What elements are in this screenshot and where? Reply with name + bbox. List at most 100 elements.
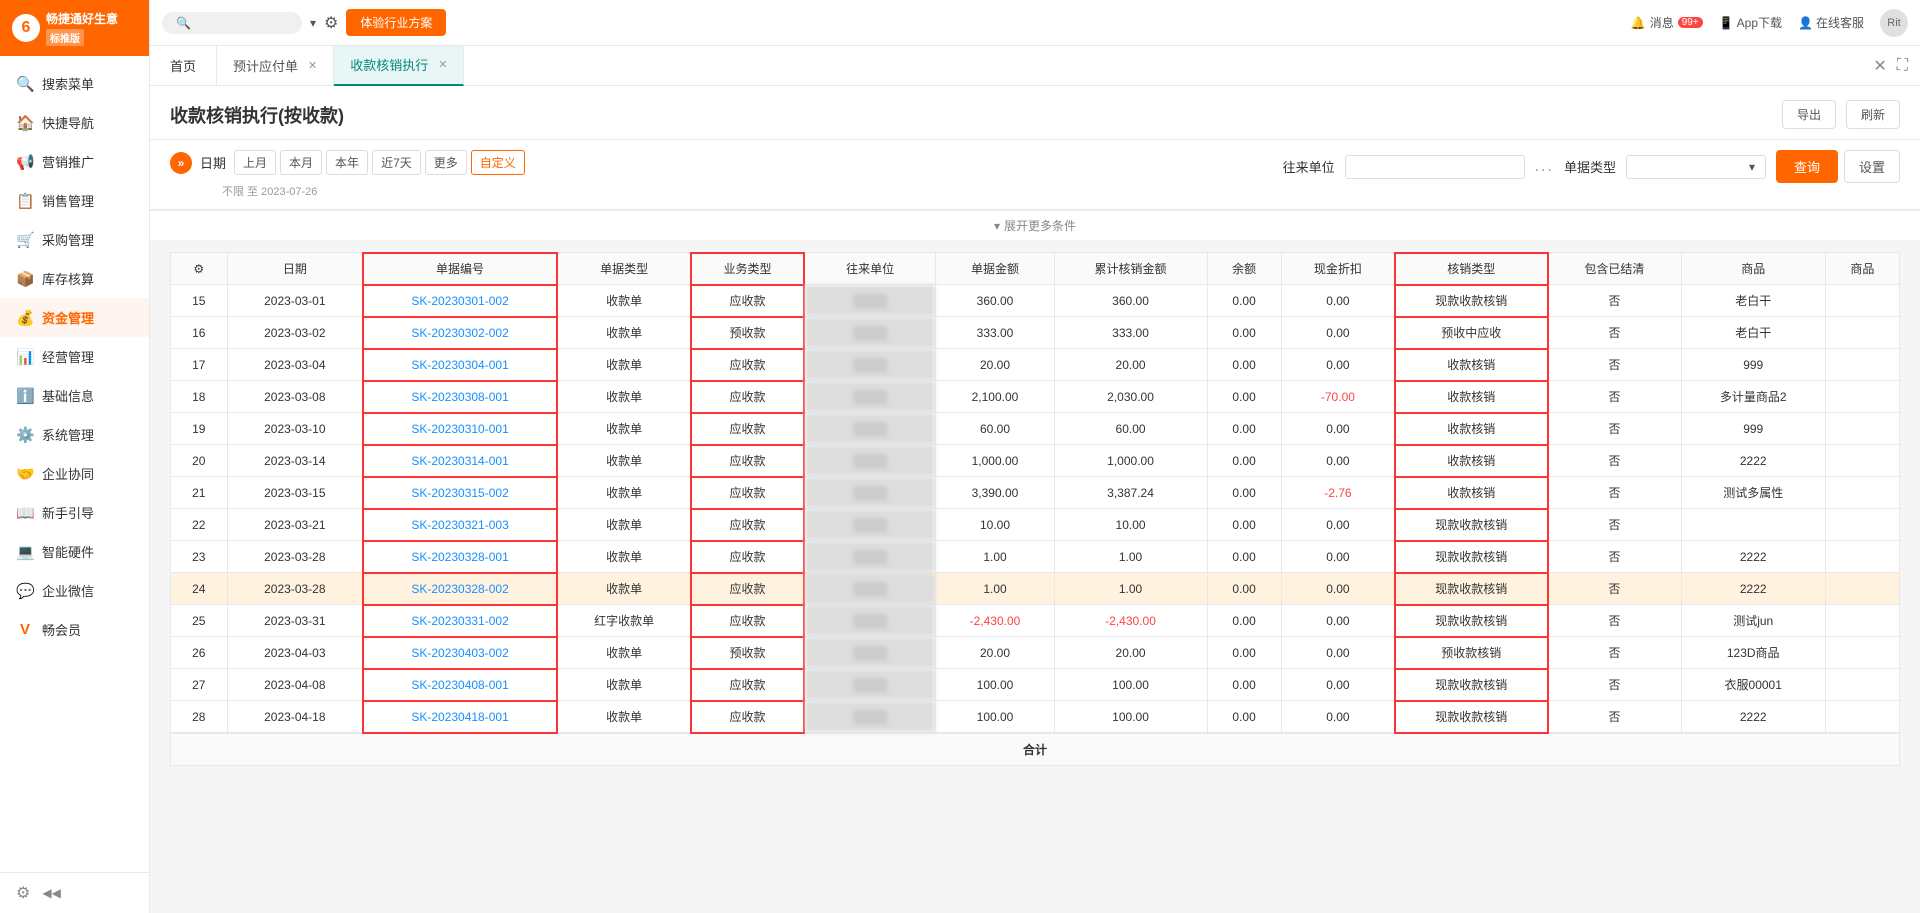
date-btn-more[interactable]: 更多 — [425, 150, 467, 175]
col-cash-discount[interactable]: 现金折扣 — [1281, 253, 1395, 285]
export-btn[interactable]: 导出 — [1782, 100, 1836, 129]
col-settings[interactable]: ⚙ — [171, 253, 228, 285]
row-cash-discount: 0.00 — [1281, 317, 1395, 349]
col-goods[interactable]: 商品 — [1681, 253, 1825, 285]
sidebar-item-guide[interactable]: 📖 新手引导 — [0, 493, 149, 532]
bill-no-link[interactable]: SK-20230403-002 — [411, 646, 508, 660]
sidebar-item-basic[interactable]: ℹ️ 基础信息 — [0, 376, 149, 415]
partner-input[interactable] — [1345, 155, 1525, 179]
tab-collection-close[interactable]: ✕ — [438, 58, 447, 71]
sidebar-item-system[interactable]: ⚙️ 系统管理 — [0, 415, 149, 454]
col-write-off-type[interactable]: 核销类型 — [1395, 253, 1548, 285]
sidebar-item-business[interactable]: 📊 经营管理 — [0, 337, 149, 376]
row-balance: 0.00 — [1207, 349, 1281, 381]
bill-no-link[interactable]: SK-20230301-002 — [411, 294, 508, 308]
table-row: 22 2023-03-21 SK-20230321-003 收款单 应收款 ██… — [171, 509, 1900, 541]
sidebar-item-wechat[interactable]: 💬 企业微信 — [0, 571, 149, 610]
date-btn-this-year[interactable]: 本年 — [326, 150, 368, 175]
col-goods2[interactable]: 商品 — [1825, 253, 1899, 285]
bill-no-link[interactable]: SK-20230315-002 — [411, 486, 508, 500]
row-write-off-amount: 3,387.24 — [1054, 477, 1207, 509]
tab-collection[interactable]: 收款核销执行 ✕ — [334, 46, 464, 86]
tab-home[interactable]: 首页 — [150, 46, 217, 86]
bill-no-link[interactable]: SK-20230321-003 — [411, 518, 508, 532]
row-goods2 — [1825, 637, 1899, 669]
refresh-btn[interactable]: 刷新 — [1846, 100, 1900, 129]
topbar-search[interactable]: 🔍 — [162, 12, 302, 34]
col-balance[interactable]: 余额 — [1207, 253, 1281, 285]
bill-no-link[interactable]: SK-20230331-002 — [411, 614, 508, 628]
row-bill-no: SK-20230408-001 — [363, 669, 558, 701]
bill-no-link[interactable]: SK-20230302-002 — [411, 326, 508, 340]
industry-btn[interactable]: 体验行业方案 — [346, 9, 446, 36]
row-bill-type: 收款单 — [557, 317, 690, 349]
bill-no-link[interactable]: SK-20230308-001 — [411, 390, 508, 404]
filter-expand-btn[interactable]: » — [170, 152, 192, 174]
sidebar-label-purchase: 采购管理 — [42, 230, 94, 249]
row-goods: 老白干 — [1681, 317, 1825, 349]
bill-no-link[interactable]: SK-20230310-001 — [411, 422, 508, 436]
col-biz-type[interactable]: 业务类型 — [691, 253, 805, 285]
row-cash-discount: 0.00 — [1281, 701, 1395, 734]
tab-close-all-icon[interactable]: ✕ — [1873, 56, 1886, 76]
row-biz-type: 应收款 — [691, 541, 805, 573]
col-partner[interactable]: 往来单位 — [804, 253, 936, 285]
topbar-gear-icon[interactable]: ⚙ — [324, 13, 338, 33]
settings-btn[interactable]: 设置 — [1844, 150, 1900, 183]
query-btn[interactable]: 查询 — [1776, 150, 1838, 183]
tab-prepay-close[interactable]: ✕ — [308, 59, 317, 72]
row-bill-no: SK-20230301-002 — [363, 285, 558, 317]
row-no: 22 — [171, 509, 228, 541]
sidebar-item-hardware[interactable]: 💻 智能硬件 — [0, 532, 149, 571]
row-balance: 0.00 — [1207, 477, 1281, 509]
sidebar-item-quicknav[interactable]: 🏠 快捷导航 — [0, 103, 149, 142]
col-include-cleared[interactable]: 包含已结清 — [1548, 253, 1681, 285]
filter-dots: ... — [1535, 158, 1554, 176]
row-biz-type: 预收款 — [691, 637, 805, 669]
table-row: 27 2023-04-08 SK-20230408-001 收款单 应收款 ██… — [171, 669, 1900, 701]
bill-no-link[interactable]: SK-20230328-002 — [411, 582, 508, 596]
sidebar-item-search[interactable]: 🔍 搜索菜单 — [0, 64, 149, 103]
row-goods2 — [1825, 349, 1899, 381]
online-service-btn[interactable]: 👤 在线客服 — [1798, 14, 1864, 31]
bill-no-link[interactable]: SK-20230408-001 — [411, 678, 508, 692]
notification-btn[interactable]: 🔔 消息 99+ — [1631, 14, 1703, 31]
user-avatar[interactable]: Rit — [1880, 9, 1908, 37]
bill-no-link[interactable]: SK-20230418-001 — [411, 710, 508, 724]
date-btn-custom[interactable]: 自定义 — [471, 150, 525, 175]
row-include-cleared: 否 — [1548, 541, 1681, 573]
date-btn-7days[interactable]: 近7天 — [372, 150, 421, 175]
sidebar-item-corp[interactable]: 🤝 企业协同 — [0, 454, 149, 493]
tab-prepay[interactable]: 预计应付单 ✕ — [217, 46, 334, 86]
sidebar-item-marketing[interactable]: 📢 营销推广 — [0, 142, 149, 181]
col-write-off-amount[interactable]: 累计核销金额 — [1054, 253, 1207, 285]
settings-icon[interactable]: ⚙ — [16, 883, 30, 903]
sidebar-item-purchase[interactable]: 🛒 采购管理 — [0, 220, 149, 259]
date-btn-last-month[interactable]: 上月 — [234, 150, 276, 175]
col-date[interactable]: 日期 — [227, 253, 363, 285]
sidebar-item-sales[interactable]: 📋 销售管理 — [0, 181, 149, 220]
bill-no-link[interactable]: SK-20230304-001 — [411, 358, 508, 372]
topbar-left: 🔍 ▾ ⚙ 体验行业方案 — [162, 9, 1623, 36]
table-row: 24 2023-03-28 SK-20230328-002 收款单 应收款 ██… — [171, 573, 1900, 605]
table-row: 25 2023-03-31 SK-20230331-002 红字收款单 应收款 … — [171, 605, 1900, 637]
row-bill-no: SK-20230308-001 — [363, 381, 558, 413]
expand-more-btn[interactable]: ▾ 展开更多条件 — [150, 210, 1920, 240]
sidebar-item-inventory[interactable]: 📦 库存核算 — [0, 259, 149, 298]
sidebar-item-member[interactable]: V 畅会员 — [0, 610, 149, 649]
sidebar-item-finance[interactable]: 💰 资金管理 — [0, 298, 149, 337]
topbar-dropdown[interactable]: ▾ — [310, 16, 316, 30]
date-btn-this-month[interactable]: 本月 — [280, 150, 322, 175]
app-download-btn[interactable]: 📱 App下载 — [1719, 14, 1782, 31]
row-goods — [1681, 509, 1825, 541]
col-bill-amount[interactable]: 单据金额 — [936, 253, 1054, 285]
bill-type-select[interactable]: ▾ — [1626, 155, 1766, 179]
col-bill-no[interactable]: 单据编号 — [363, 253, 558, 285]
collapse-icon[interactable]: ◀◀ — [42, 886, 60, 900]
row-bill-amount: 100.00 — [936, 701, 1054, 734]
bill-no-link[interactable]: SK-20230328-001 — [411, 550, 508, 564]
col-bill-type[interactable]: 单据类型 — [557, 253, 690, 285]
sidebar-label-quicknav: 快捷导航 — [42, 113, 94, 132]
tab-expand-icon[interactable]: ⛶ — [1897, 57, 1908, 75]
bill-no-link[interactable]: SK-20230314-001 — [411, 454, 508, 468]
